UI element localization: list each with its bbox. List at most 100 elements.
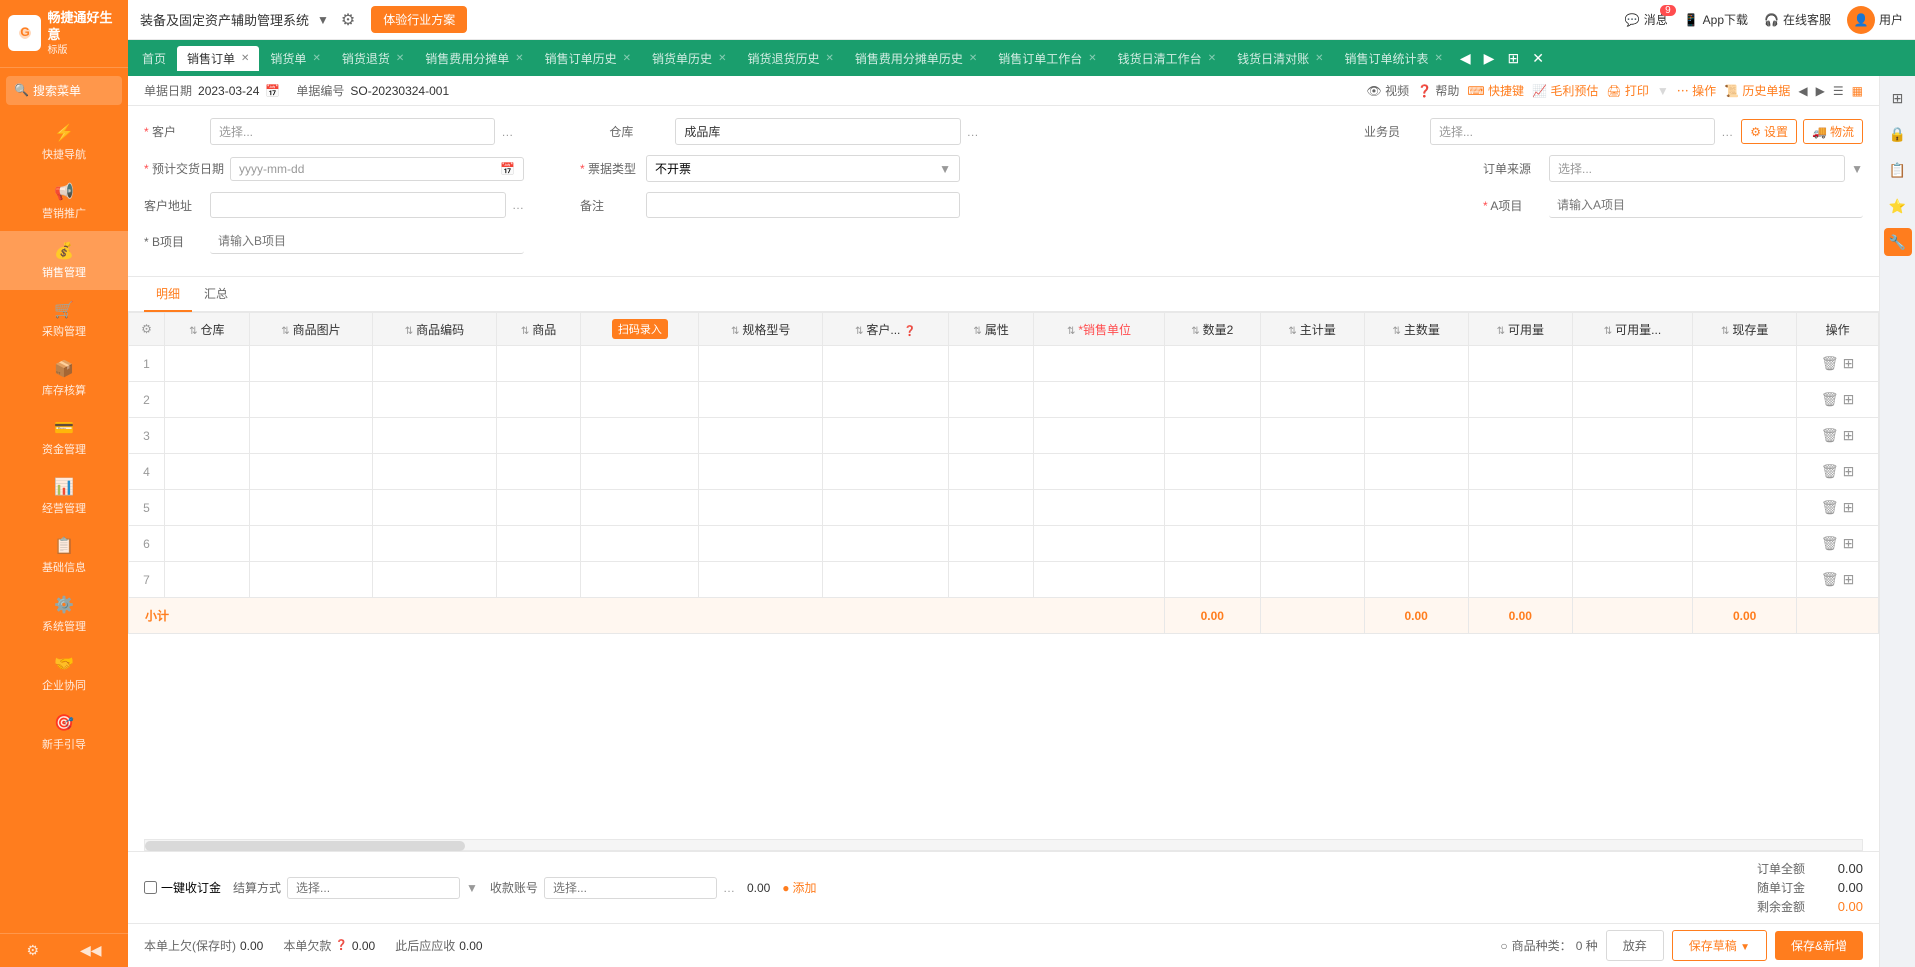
row-available2-1[interactable]	[1572, 346, 1692, 382]
scan-button[interactable]: 扫码录入	[612, 319, 668, 339]
delivery-date-input[interactable]: yyyy-mm-dd 📅	[230, 157, 524, 181]
tab-sales-slip-history-close[interactable]: ✕	[718, 53, 726, 64]
panel-btn-3[interactable]: 📋	[1884, 156, 1912, 184]
tab-daily-clear-close[interactable]: ✕	[1208, 53, 1216, 64]
receipt-more-btn[interactable]: …	[723, 881, 735, 895]
row-main-unit-1[interactable]	[1260, 346, 1364, 382]
sidebar-settings-btn[interactable]: ⚙	[26, 942, 39, 959]
salesperson-input[interactable]: 选择...	[1430, 118, 1715, 145]
note-input[interactable]	[646, 192, 960, 218]
tab-sales-stats-close[interactable]: ✕	[1435, 53, 1443, 64]
row-spec-1[interactable]	[699, 346, 823, 382]
row-warehouse-6[interactable]	[165, 526, 250, 562]
profit-btn[interactable]: 📈 毛利预估	[1532, 82, 1598, 99]
row-product-3[interactable]	[496, 418, 581, 454]
table-horizontal-scrollbar[interactable]	[144, 839, 1863, 851]
row-qty2-2[interactable]	[1165, 382, 1261, 418]
row-warehouse-1[interactable]	[165, 346, 250, 382]
add-button[interactable]: ● 添加	[782, 879, 816, 896]
settings-btn[interactable]: ⚙ 设置	[1741, 119, 1797, 144]
scroll-thumb[interactable]	[145, 841, 465, 851]
shortcut-btn[interactable]: ⌨ 快捷键	[1467, 82, 1524, 99]
app-download-item[interactable]: 📱 App下载	[1684, 11, 1748, 28]
row-attr-3[interactable]	[949, 418, 1034, 454]
tab-sales-order-history[interactable]: 销售订单历史 ✕	[535, 46, 641, 71]
row-available-1[interactable]	[1468, 346, 1572, 382]
tab-sales-expense-history[interactable]: 销售费用分摊单历史 ✕	[845, 46, 987, 71]
sidebar-item-sales[interactable]: 💰 销售管理	[0, 231, 128, 290]
copy-row-3-btn[interactable]: ⊞	[1843, 427, 1855, 444]
row-main-qty-1[interactable]	[1364, 346, 1468, 382]
warehouse-more-btn[interactable]: …	[967, 125, 979, 139]
history-btn[interactable]: 📜 历史单据	[1724, 82, 1790, 99]
sidebar-collapse-btn[interactable]: ◀◀	[80, 942, 102, 959]
panel-btn-1[interactable]: ⊞	[1884, 84, 1912, 112]
tab-sales-slip-history[interactable]: 销货单历史 ✕	[642, 46, 736, 71]
print-btn[interactable]: 🖨 打印	[1606, 82, 1649, 99]
panel-btn-5[interactable]: 🔧	[1884, 228, 1912, 256]
delete-row-4-btn[interactable]: 🗑	[1821, 463, 1839, 480]
search-menu-button[interactable]: 🔍 搜索菜单	[6, 76, 122, 105]
row-qty2-1[interactable]	[1165, 346, 1261, 382]
row-current-2[interactable]	[1693, 382, 1797, 418]
one-click-checkbox[interactable]	[144, 881, 157, 894]
project-a-input[interactable]	[1549, 192, 1863, 218]
copy-row-6-btn[interactable]: ⊞	[1843, 535, 1855, 552]
view-btn[interactable]: 👁 视频	[1367, 82, 1410, 99]
tab-detail[interactable]: 明细	[144, 277, 192, 312]
topbar-settings-icon[interactable]: ⚙	[341, 10, 355, 30]
row-main-qty-2[interactable]	[1364, 382, 1468, 418]
row-code-1[interactable]	[373, 346, 497, 382]
sidebar-item-guide[interactable]: 🎯 新手引导	[0, 703, 128, 762]
tab-prev-button[interactable]: ◀	[1454, 46, 1477, 71]
row-warehouse-4[interactable]	[165, 454, 250, 490]
tab-daily-reconcile[interactable]: 钱货日清对账 ✕	[1227, 46, 1333, 71]
row-main-unit-2[interactable]	[1260, 382, 1364, 418]
row-customer-code-2[interactable]	[822, 382, 948, 418]
tab-home[interactable]: 首页	[132, 46, 176, 71]
sidebar-item-quick-nav[interactable]: ⚡ 快捷导航	[0, 113, 128, 172]
row-customer-code-1[interactable]	[822, 346, 948, 382]
tab-sales-order-close[interactable]: ✕	[241, 53, 249, 64]
operations-btn[interactable]: ⋯ 操作	[1677, 82, 1716, 99]
panel-btn-4[interactable]: ⭐	[1884, 192, 1912, 220]
receipt-account-input[interactable]	[544, 877, 717, 899]
delete-row-2-btn[interactable]: 🗑	[1821, 391, 1839, 408]
sidebar-item-management[interactable]: 📊 经营管理	[0, 467, 128, 526]
delete-row-3-btn[interactable]: 🗑	[1821, 427, 1839, 444]
sidebar-item-purchase[interactable]: 🛒 采购管理	[0, 290, 128, 349]
tab-sales-order-history-close[interactable]: ✕	[623, 53, 631, 64]
tab-daily-reconcile-close[interactable]: ✕	[1315, 53, 1323, 64]
row-scan-2[interactable]	[581, 382, 699, 418]
customer-address-input[interactable]	[210, 192, 506, 218]
row-qty2-3[interactable]	[1165, 418, 1261, 454]
copy-row-7-btn[interactable]: ⊞	[1843, 571, 1855, 588]
row-unit-3[interactable]	[1033, 418, 1164, 454]
system-dropdown[interactable]: ▼	[317, 13, 329, 27]
help-btn[interactable]: ❓ 帮助	[1417, 82, 1459, 99]
tab-sales-return-close[interactable]: ✕	[396, 53, 404, 64]
row-attr-1[interactable]	[949, 346, 1034, 382]
sidebar-item-basic-info[interactable]: 📋 基础信息	[0, 526, 128, 585]
row-warehouse-2[interactable]	[165, 382, 250, 418]
customer-more-btn[interactable]: …	[501, 125, 513, 139]
row-customer-code-3[interactable]	[822, 418, 948, 454]
tab-daily-clear[interactable]: 钱货日清工作台 ✕	[1108, 46, 1226, 71]
solution-button[interactable]: 体验行业方案	[371, 6, 467, 33]
row-unit-2[interactable]	[1033, 382, 1164, 418]
salesperson-more-btn[interactable]: …	[1721, 125, 1733, 139]
delete-row-6-btn[interactable]: 🗑	[1821, 535, 1839, 552]
prev-record-btn[interactable]: ◀	[1798, 84, 1807, 98]
row-scan-3[interactable]	[581, 418, 699, 454]
row-warehouse-7[interactable]	[165, 562, 250, 598]
next-record-btn[interactable]: ▶	[1816, 84, 1825, 98]
sidebar-item-marketing[interactable]: 📢 营销推广	[0, 172, 128, 231]
row-attr-2[interactable]	[949, 382, 1034, 418]
panel-btn-2[interactable]: 🔒	[1884, 120, 1912, 148]
row-warehouse-5[interactable]	[165, 490, 250, 526]
copy-row-2-btn[interactable]: ⊞	[1843, 391, 1855, 408]
customer-input[interactable]: 选择...	[210, 118, 495, 145]
tab-sales-return-history-close[interactable]: ✕	[825, 53, 833, 64]
tab-sales-stats[interactable]: 销售订单统计表 ✕	[1334, 46, 1452, 71]
row-spec-2[interactable]	[699, 382, 823, 418]
